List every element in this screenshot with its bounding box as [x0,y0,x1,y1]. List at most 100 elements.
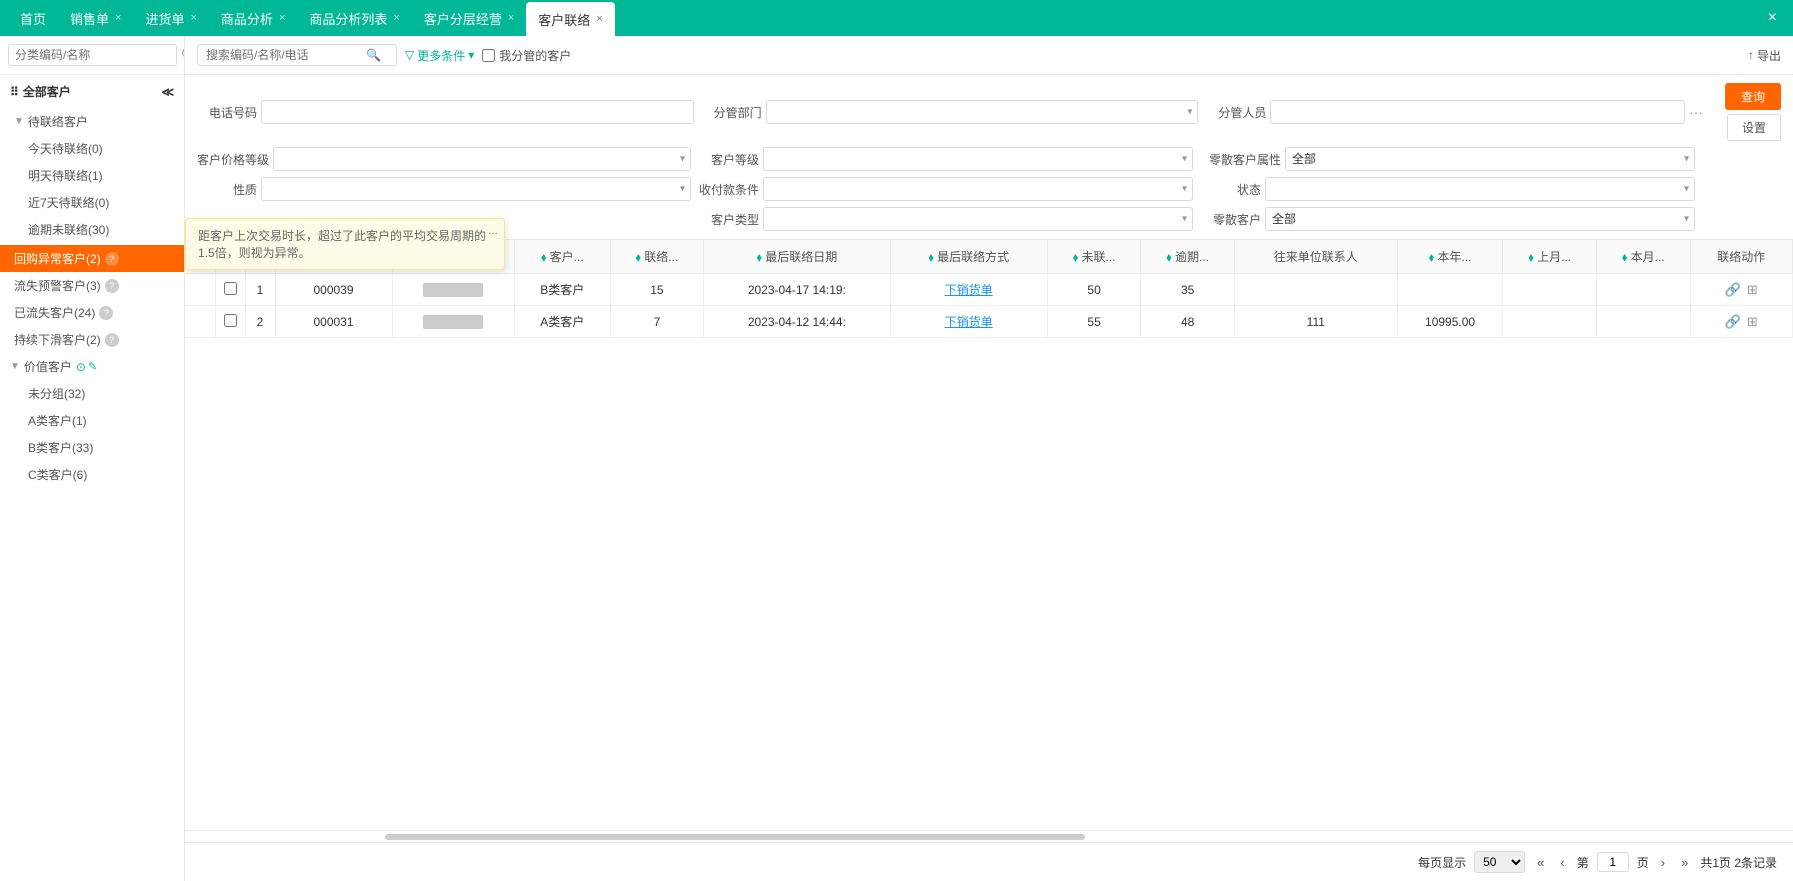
cell-index: 2 [245,306,275,338]
phone-input[interactable] [261,100,694,124]
sidebar-item-churn-warning[interactable]: 流失预警客户(3) ? [0,272,184,299]
collapse-icon[interactable]: ≪ [161,85,174,99]
th-not-contacted[interactable]: ⬧ 未联... [1047,240,1141,274]
query-button[interactable]: 查询 [1725,83,1781,110]
search-input[interactable] [206,48,366,62]
nature-label: 性质 [197,181,257,198]
sidebar-item-b-class[interactable]: B类客户(33) [0,434,184,461]
nav-purchase[interactable]: 进货单 × [133,0,208,36]
current-page-input[interactable] [1597,852,1629,872]
sidebar-search-input[interactable] [8,44,177,66]
last-method-link[interactable]: 下销货单 [945,315,993,329]
nav-customer-tier[interactable]: 客户分层经营 × [412,0,526,36]
table-area: ⚙ # ⬧ 客户编码 ⬧ 客户名称 [185,240,1793,830]
nav-purchase-close[interactable]: × [190,12,196,24]
info-icon-repurchase: ? [105,252,119,266]
nav-customer-contact-close[interactable]: × [596,13,602,25]
first-page-btn[interactable]: « [1533,853,1548,872]
cell-settings [185,306,215,338]
th-last-date[interactable]: ⬧ 最后联络日期 [704,240,890,274]
my-customers-checkbox[interactable] [482,49,495,62]
next-page-btn[interactable]: › [1657,853,1669,872]
th-this-month[interactable]: ⬧ 本月... [1597,240,1691,274]
sidebar-item-tomorrow[interactable]: 明天待联络(1) [0,162,184,189]
th-last-month[interactable]: ⬧ 上月... [1503,240,1597,274]
sidebar-item-today[interactable]: 今天待联络(0) [0,135,184,162]
cell-checkbox [215,274,245,306]
cell-name [392,274,514,306]
retail-attr-select[interactable]: 全部 [1285,147,1695,171]
search-wrap: 🔍 [197,44,397,66]
person-dots[interactable]: ··· [1689,104,1703,120]
action-grid-icon[interactable]: ⊞ [1747,282,1758,298]
sidebar-value-customers-title[interactable]: ▼ 价值客户 ⊙ ✎ [0,353,184,380]
cell-not-contacted: 55 [1047,306,1141,338]
price-level-select[interactable] [273,147,691,171]
customer-name-blurred [423,315,483,329]
cell-not-contacted: 50 [1047,274,1141,306]
sort-icon-last-month: ⬧ [1528,250,1533,264]
sidebar-all-customers[interactable]: ⠿ 全部客户 ≪ [0,75,184,108]
more-conditions-btn[interactable]: ▽ 更多条件 ▾ [405,47,474,64]
table-row: 1 000039 B类客户 15 2023-04-17 14:19: 下销货单 … [185,274,1793,306]
my-customers-filter[interactable]: 我分管的客户 [482,47,571,64]
value-edit-icon[interactable]: ⊙ [76,360,86,374]
nav-customer-tier-close[interactable]: × [508,12,514,24]
th-overdue[interactable]: ⬧ 逾期... [1141,240,1235,274]
nav-product-analysis-close[interactable]: × [279,12,285,24]
dept-label: 分管部门 [702,104,762,121]
settings-button[interactable]: 设置 [1727,114,1781,141]
sidebar-item-declining[interactable]: 持续下滑客户(2) ? [0,326,184,353]
customer-type-select[interactable] [763,207,1193,231]
sort-icon-this-month: ⬧ [1622,250,1627,264]
filter-customer-type: 客户类型 [699,207,1193,231]
bottom-scrollbar[interactable] [185,830,1793,842]
sidebar-item-c-class[interactable]: C类客户(6) [0,461,184,488]
nav-sales-close[interactable]: × [115,12,121,24]
th-contact[interactable]: ⬧ 联络... [610,240,704,274]
sidebar-group-pending-title[interactable]: ▼ 待联络客户 [0,108,184,135]
per-page-select[interactable]: 20 50 100 [1474,851,1525,873]
cell-last-date: 2023-04-12 14:44: [704,306,890,338]
nav-product-list-close[interactable]: × [393,12,399,24]
sidebar-item-7days[interactable]: 近7天待联络(0) [0,189,184,216]
sidebar-item-overdue[interactable]: 逾期未联络(30) [0,216,184,243]
nav-sales[interactable]: 销售单 × [58,0,133,36]
dept-select[interactable] [766,100,1199,124]
action-link-icon[interactable]: 🔗 [1725,282,1741,298]
export-button[interactable]: ↑ 导出 [1748,47,1781,64]
action-link-icon[interactable]: 🔗 [1725,314,1741,330]
nav-product-analysis[interactable]: 商品分析 × [209,0,297,36]
th-last-method[interactable]: ⬧ 最后联络方式 [890,240,1047,274]
payment-select[interactable] [763,177,1193,201]
prev-page-btn[interactable]: ‹ [1556,853,1568,872]
info-icon-churn: ? [105,279,119,293]
value-settings-icon[interactable]: ✎ [88,360,97,373]
row-checkbox[interactable] [224,314,237,327]
nav-product-list[interactable]: 商品分析列表 × [297,0,411,36]
tooltip-close[interactable]: ... [488,223,498,237]
nature-select[interactable] [261,177,691,201]
row-checkbox[interactable] [224,282,237,295]
last-method-link[interactable]: 下销货单 [945,283,993,297]
sidebar-item-repurchase-abnormal[interactable]: 回购异常客户(2) ? [0,245,184,272]
last-page-btn[interactable]: » [1677,853,1692,872]
th-level[interactable]: ⬧ 客户... [514,240,610,274]
person-input[interactable] [1270,100,1685,124]
cell-name [392,306,514,338]
sidebar-item-a-class[interactable]: A类客户(1) [0,407,184,434]
sidebar: 🔍 ⠿ 全部客户 ≪ ▼ 待联络客户 今天待联络(0) 明天待联络(1) [0,36,185,881]
th-contact-person[interactable]: 往来单位联系人 [1234,240,1397,274]
sidebar-item-unclassified[interactable]: 未分组(32) [0,380,184,407]
nav-customer-contact[interactable]: 客户联络 × [526,2,614,36]
customer-level-select[interactable] [763,147,1193,171]
filter-retail-attr: 零散客户属性 全部 [1201,147,1695,171]
action-grid-icon[interactable]: ⊞ [1747,314,1758,330]
nav-close-all[interactable]: × [1760,9,1785,27]
retail-customer-select[interactable]: 全部 [1265,207,1695,231]
nav-home[interactable]: 首页 [8,0,58,36]
status-select[interactable] [1265,177,1695,201]
th-this-year[interactable]: ⬧ 本年... [1397,240,1503,274]
search-icon: 🔍 [366,48,381,62]
sidebar-item-churned[interactable]: 已流失客户(24) ? [0,299,184,326]
